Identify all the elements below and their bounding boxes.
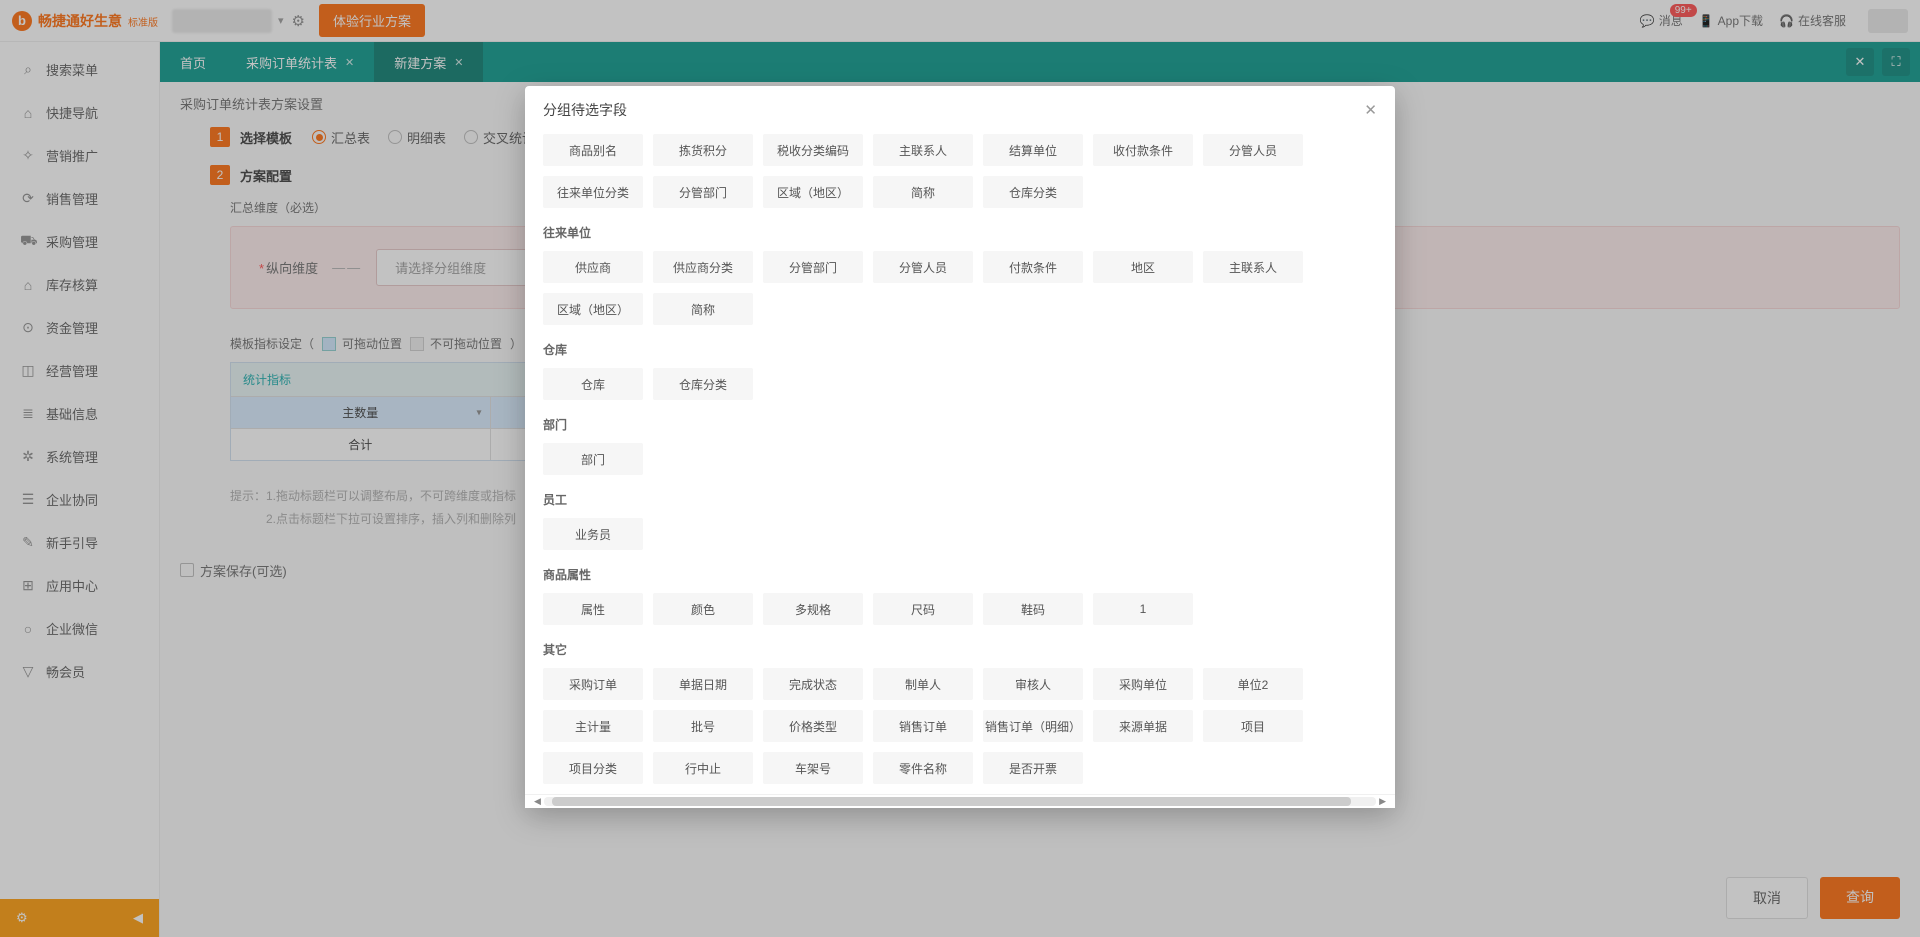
modal-body: 商品别名拣货积分税收分类编码主联系人结算单位收付款条件分管人员往来单位分类分管部… — [525, 134, 1395, 794]
field-option[interactable]: 简称 — [653, 293, 753, 325]
field-option[interactable]: 简称 — [873, 176, 973, 208]
field-option[interactable]: 批号 — [653, 710, 753, 742]
field-option[interactable]: 多规格 — [763, 593, 863, 625]
modal-horizontal-scrollbar[interactable]: ◀ ▶ — [525, 794, 1395, 808]
field-option[interactable]: 销售订单 — [873, 710, 973, 742]
field-option[interactable]: 颜色 — [653, 593, 753, 625]
group-fields-modal: 分组待选字段 ✕ 商品别名拣货积分税收分类编码主联系人结算单位收付款条件分管人员… — [525, 86, 1395, 808]
field-option[interactable]: 采购单位 — [1093, 668, 1193, 700]
field-group-title: 仓库 — [543, 341, 1377, 358]
field-option[interactable]: 项目分类 — [543, 752, 643, 784]
field-option[interactable]: 分管人员 — [1203, 134, 1303, 166]
field-option[interactable]: 完成状态 — [763, 668, 863, 700]
field-group-title: 往来单位 — [543, 224, 1377, 241]
field-option[interactable]: 制单人 — [873, 668, 973, 700]
field-option[interactable]: 部门 — [543, 443, 643, 475]
modal-overlay: 分组待选字段 ✕ 商品别名拣货积分税收分类编码主联系人结算单位收付款条件分管人员… — [0, 0, 1920, 937]
field-option[interactable]: 来源单据 — [1093, 710, 1193, 742]
modal-title: 分组待选字段 — [543, 100, 627, 120]
field-option[interactable]: 行中止 — [653, 752, 753, 784]
field-option[interactable]: 商品别名 — [543, 134, 643, 166]
field-option[interactable]: 供应商 — [543, 251, 643, 283]
field-option[interactable]: 审核人 — [983, 668, 1083, 700]
field-option[interactable]: 拣货积分 — [653, 134, 753, 166]
field-option[interactable]: 单据日期 — [653, 668, 753, 700]
field-group-title: 其它 — [543, 641, 1377, 658]
field-option[interactable]: 1 — [1093, 593, 1193, 625]
field-option[interactable]: 主联系人 — [873, 134, 973, 166]
field-group-title: 部门 — [543, 416, 1377, 433]
field-option[interactable]: 区域（地区） — [543, 293, 643, 325]
field-option[interactable]: 主联系人 — [1203, 251, 1303, 283]
field-option[interactable]: 是否开票 — [983, 752, 1083, 784]
field-option[interactable]: 销售订单（明细） — [983, 710, 1083, 742]
field-option[interactable]: 分管部门 — [653, 176, 753, 208]
close-icon[interactable]: ✕ — [1364, 101, 1377, 119]
field-option[interactable]: 税收分类编码 — [763, 134, 863, 166]
field-option[interactable]: 价格类型 — [763, 710, 863, 742]
field-option[interactable]: 仓库 — [543, 368, 643, 400]
field-option[interactable]: 付款条件 — [983, 251, 1083, 283]
field-group-title: 员工 — [543, 491, 1377, 508]
field-option[interactable]: 鞋码 — [983, 593, 1083, 625]
scroll-left-arrow[interactable]: ◀ — [531, 796, 544, 807]
field-option[interactable]: 尺码 — [873, 593, 973, 625]
field-option[interactable]: 供应商分类 — [653, 251, 753, 283]
field-option[interactable]: 分管人员 — [873, 251, 973, 283]
field-option[interactable]: 项目 — [1203, 710, 1303, 742]
field-option[interactable]: 结算单位 — [983, 134, 1083, 166]
field-option[interactable]: 业务员 — [543, 518, 643, 550]
field-option[interactable]: 仓库分类 — [653, 368, 753, 400]
field-group-title: 商品属性 — [543, 566, 1377, 583]
field-option[interactable]: 车架号 — [763, 752, 863, 784]
field-option[interactable]: 地区 — [1093, 251, 1193, 283]
field-option[interactable]: 分管部门 — [763, 251, 863, 283]
field-option[interactable]: 主计量 — [543, 710, 643, 742]
field-option[interactable]: 零件名称 — [873, 752, 973, 784]
scroll-right-arrow[interactable]: ▶ — [1376, 796, 1389, 807]
field-option[interactable]: 采购订单 — [543, 668, 643, 700]
field-option[interactable]: 仓库分类 — [983, 176, 1083, 208]
field-option[interactable]: 属性 — [543, 593, 643, 625]
field-option[interactable]: 收付款条件 — [1093, 134, 1193, 166]
field-option[interactable]: 往来单位分类 — [543, 176, 643, 208]
modal-header: 分组待选字段 ✕ — [525, 86, 1395, 134]
field-option[interactable]: 单位2 — [1203, 668, 1303, 700]
field-option[interactable]: 区域（地区） — [763, 176, 863, 208]
